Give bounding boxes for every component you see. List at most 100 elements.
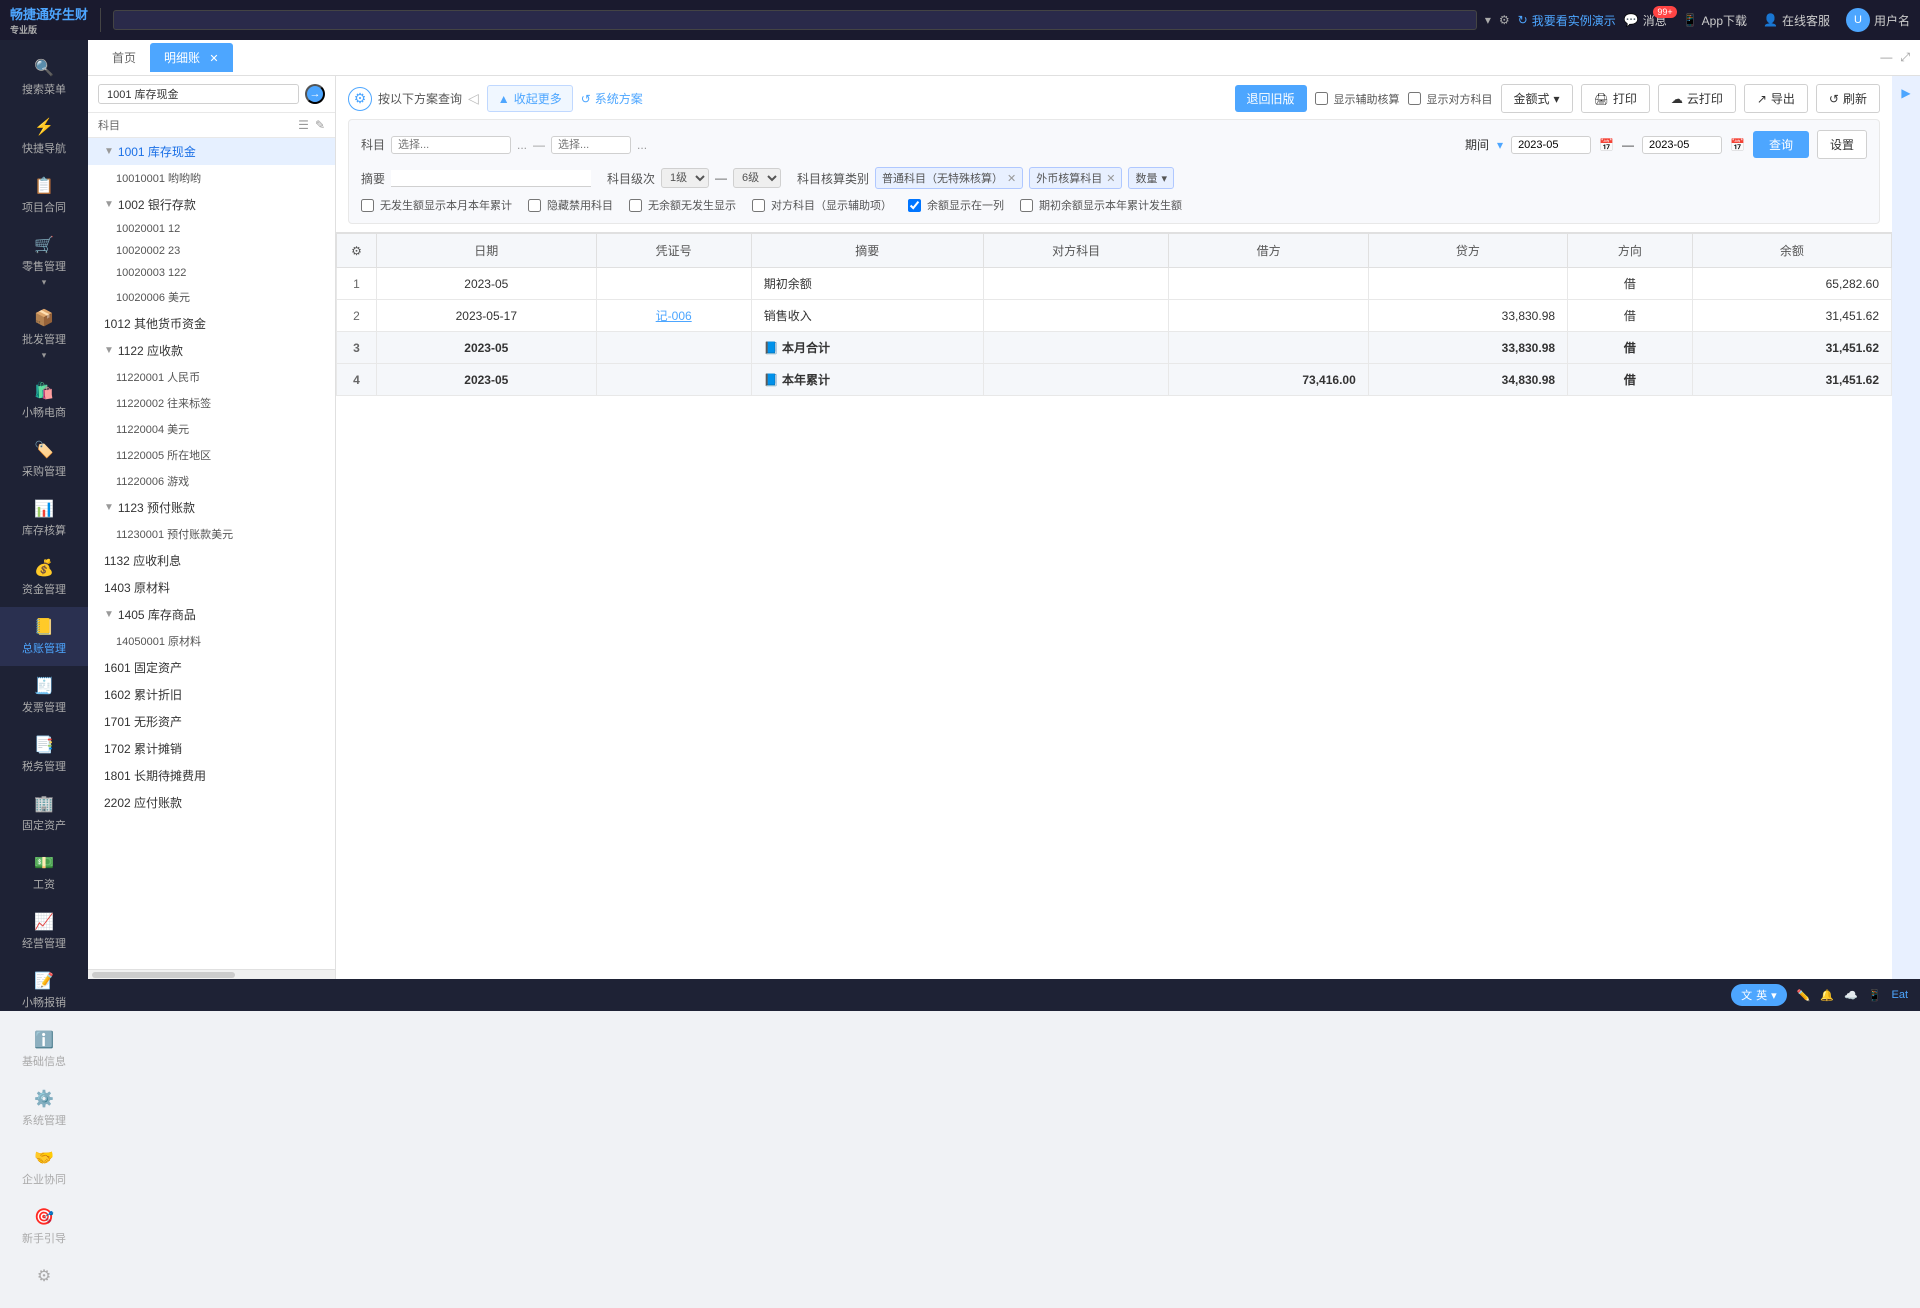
show-ytd-checkbox[interactable]: 期初余额显示本年累计发生额 [1020, 197, 1182, 213]
balance-in-one-checkbox[interactable]: 余额显示在一列 [908, 197, 1004, 213]
tab-home[interactable]: 首页 [98, 43, 150, 72]
sidebar-item-wholesale[interactable]: 📦 批发管理 ▾ [0, 298, 88, 371]
sidebar-item-guide[interactable]: 🎯 新手引导 [0, 1197, 88, 1256]
sidebar-item-system[interactable]: ⚙️ 系统管理 [0, 1079, 88, 1138]
lang-switch-btn[interactable]: 文 英 ▾ [1731, 984, 1787, 1006]
expand-btn[interactable]: ▲ 收起更多 [487, 85, 573, 112]
hide-inactive-checkbox[interactable]: 隐藏禁用科目 [528, 197, 613, 213]
tree-item-1403[interactable]: 1403 原材料 [88, 574, 335, 601]
foreign-currency-remove-icon[interactable]: ✕ [1106, 172, 1115, 185]
query-btn[interactable]: 查询 [1753, 131, 1809, 158]
sidebar-item-project[interactable]: 📋 项目合同 [0, 166, 88, 225]
show-opposite-checkbox[interactable]: 显示对方科目 [1408, 91, 1493, 107]
sidebar-item-coop[interactable]: 🤝 企业协同 [0, 1138, 88, 1197]
tree-item-1123[interactable]: ▼ 1123 预付账款 [88, 494, 335, 521]
sidebar-item-retail[interactable]: 🛒 零售管理 ▾ [0, 225, 88, 298]
tree-item-1701[interactable]: 1701 无形资产 [88, 708, 335, 735]
foreign-currency-tag[interactable]: 外币核算科目 ✕ [1029, 167, 1122, 189]
collapse-arrow-icon[interactable]: ◁ [468, 90, 479, 107]
sidebar-item-invoice[interactable]: 🧾 发票管理 [0, 666, 88, 725]
status-mobile-icon[interactable]: 📱 [1868, 989, 1882, 1002]
tree-item-1601[interactable]: 1601 固定资产 [88, 654, 335, 681]
sidebar-item-report[interactable]: 📝 小畅报销 [0, 961, 88, 1020]
tree-item-11220004[interactable]: 11220004 美元 [88, 416, 335, 442]
tree-item-1002[interactable]: ▼ 1002 银行存款 [88, 191, 335, 218]
tab-close-btn[interactable]: ✕ [209, 53, 218, 65]
cloud-print-btn[interactable]: ☁ 云打印 [1658, 84, 1736, 113]
voucher-link-2[interactable]: 记-006 [656, 309, 692, 323]
tree-item-1012[interactable]: 1012 其他货币资金 [88, 310, 335, 337]
sidebar-item-finance[interactable]: 💰 资金管理 [0, 548, 88, 607]
tree-item-11220002[interactable]: 11220002 往来标签 [88, 390, 335, 416]
right-edge-expand-btn[interactable]: ▶ [1899, 86, 1913, 100]
status-edit-icon[interactable]: ✏️ [1797, 989, 1811, 1002]
period-calendar-icon[interactable]: 📅 [1599, 138, 1614, 152]
tree-item-10020001[interactable]: 10020001 12 [88, 218, 335, 240]
topbar-search-input[interactable] [113, 10, 1477, 30]
sidebar-item-search[interactable]: 🔍 搜索菜单 [0, 48, 88, 107]
sidebar-item-ledger[interactable]: 📒 总账管理 [0, 607, 88, 666]
tree-edit-icon[interactable]: ✎ [315, 118, 325, 132]
topbar-gear-icon[interactable]: ⚙ [1499, 13, 1510, 27]
no-balance-checkbox[interactable]: 无发生额显示本月本年累计 [361, 197, 512, 213]
tree-item-10020002[interactable]: 10020002 23 [88, 240, 335, 262]
subject-type-tag[interactable]: 普通科目（无特殊核算） ✕ [875, 167, 1023, 189]
sidebar-item-basic[interactable]: ℹ️ 基础信息 [0, 1020, 88, 1079]
print-btn[interactable]: 🖨 打印 [1581, 84, 1650, 113]
period-dropdown-icon[interactable]: ▾ [1497, 138, 1503, 152]
export-btn[interactable]: ↗ 导出 [1744, 84, 1808, 113]
show-aux-checkbox[interactable]: 显示辅助核算 [1315, 91, 1400, 107]
tree-item-1801[interactable]: 1801 长期待摊费用 [88, 762, 335, 789]
subject-input[interactable] [391, 136, 511, 154]
level-end-select[interactable]: 6级 [733, 168, 781, 188]
tree-item-10010001[interactable]: 10010001 哟哟哟 [88, 165, 335, 191]
level-start-select[interactable]: 1级 [661, 168, 709, 188]
sidebar-item-salary[interactable]: 💵 工资 [0, 843, 88, 902]
sidebar-item-ecommerce[interactable]: 🛍️ 小畅电商 [0, 371, 88, 430]
demo-link[interactable]: ↻ 我要看实例演示 [1518, 12, 1616, 29]
tree-item-11220001[interactable]: 11220001 人民币 [88, 364, 335, 390]
tree-item-2202[interactable]: 2202 应付账款 [88, 789, 335, 816]
sidebar-item-quicknav[interactable]: ⚡ 快捷导航 [0, 107, 88, 166]
tree-item-10020003[interactable]: 10020003 122 [88, 262, 335, 284]
status-notification-icon[interactable]: 🔔 [1820, 989, 1834, 1002]
topbar-dropdown-icon[interactable]: ▾ [1485, 13, 1491, 27]
user-avatar[interactable]: U 用户名 [1846, 8, 1910, 32]
show-opposite-item-checkbox[interactable]: 对方科目（显示辅助项） [752, 197, 892, 213]
tree-list-icon[interactable]: ☰ [298, 118, 309, 132]
subject-type-remove-icon[interactable]: ✕ [1007, 172, 1016, 185]
tree-item-1702[interactable]: 1702 累计摊销 [88, 735, 335, 762]
tree-search-input[interactable] [98, 84, 299, 104]
period-end-calendar-icon[interactable]: 📅 [1730, 138, 1745, 152]
tree-item-1405[interactable]: ▼ 1405 库存商品 [88, 601, 335, 628]
tree-item-14050001[interactable]: 14050001 原材料 [88, 628, 335, 654]
app-download-btn[interactable]: 📱 App下载 [1683, 12, 1747, 29]
tree-item-1122[interactable]: ▼ 1122 应收款 [88, 337, 335, 364]
no-balance-show-checkbox[interactable]: 无余额无发生显示 [629, 197, 736, 213]
tree-item-11220006[interactable]: 11220006 游戏 [88, 468, 335, 494]
sidebar-item-purchase[interactable]: 🏷️ 采购管理 [0, 430, 88, 489]
period-end-input[interactable] [1642, 136, 1722, 154]
online-service-btn[interactable]: 👤 在线客服 [1763, 12, 1830, 29]
sidebar-item-management[interactable]: 📈 经营管理 [0, 902, 88, 961]
back-old-btn[interactable]: 退回旧版 [1235, 85, 1307, 112]
period-start-input[interactable] [1511, 136, 1591, 154]
summary-input[interactable] [391, 170, 591, 187]
tree-item-11230001[interactable]: 11230001 预付账款美元 [88, 521, 335, 547]
tab-expand-icon[interactable]: ⤢ [1900, 50, 1910, 65]
tab-detail[interactable]: 明细账 ✕ [150, 43, 233, 72]
tab-minimize-icon[interactable]: — [1880, 50, 1892, 65]
quantity-dropdown-icon[interactable]: ▾ [1161, 172, 1167, 185]
tree-item-1602[interactable]: 1602 累计折旧 [88, 681, 335, 708]
sidebar-item-assets[interactable]: 🏢 固定资产 [0, 784, 88, 843]
sidebar-settings-btn[interactable]: ⚙ [33, 1256, 55, 1296]
currency-dropdown-btn[interactable]: 金额式 ▾ [1501, 84, 1573, 113]
status-cloud-icon[interactable]: ☁️ [1844, 989, 1858, 1002]
messages-btn[interactable]: 💬 消息 99+ [1624, 12, 1667, 29]
tree-nav-btn[interactable]: → [305, 84, 325, 104]
settings-toolbar-btn[interactable]: 设置 [1817, 130, 1867, 159]
sidebar-item-tax[interactable]: 📑 税务管理 [0, 725, 88, 784]
quantity-tag[interactable]: 数量 ▾ [1128, 167, 1174, 189]
tree-item-10020006[interactable]: 10020006 美元 [88, 284, 335, 310]
tree-item-11220005[interactable]: 11220005 所在地区 [88, 442, 335, 468]
